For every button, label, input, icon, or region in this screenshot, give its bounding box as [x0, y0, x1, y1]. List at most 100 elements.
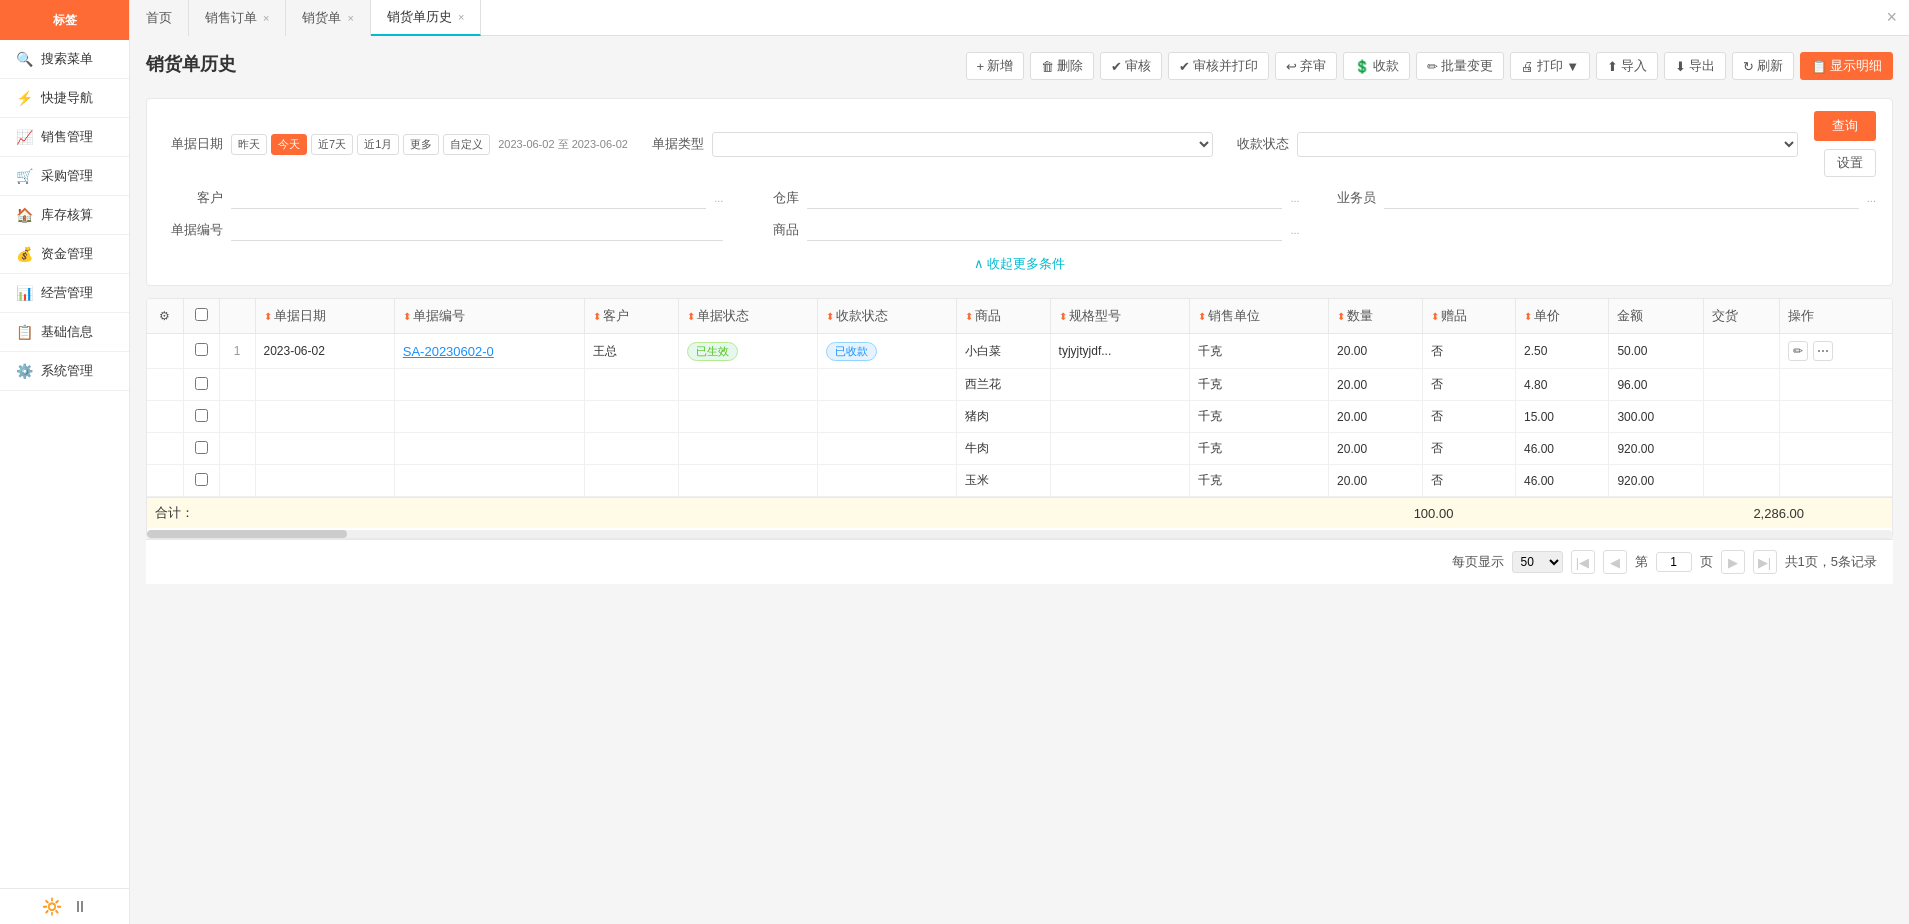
date-shortcut-yesterday[interactable]: 昨天 — [231, 134, 267, 155]
sidebar-item-inventory[interactable]: 🏠 库存核算 — [0, 196, 129, 235]
refresh-label: 刷新 — [1757, 57, 1783, 75]
prev-page-button[interactable]: ◀ — [1603, 550, 1627, 574]
date-shortcut-more[interactable]: 更多 — [403, 134, 439, 155]
tab-sales-order-close[interactable]: × — [263, 12, 269, 24]
abandon-button[interactable]: ↩ 弃审 — [1275, 52, 1337, 80]
page-number-input[interactable] — [1656, 552, 1692, 572]
sidebar-item-label: 快捷导航 — [41, 89, 93, 107]
batch-change-button[interactable]: ✏ 批量变更 — [1416, 52, 1504, 80]
col-customer-header[interactable]: ⬍客户 — [585, 299, 678, 334]
date-shortcut-custom[interactable]: 自定义 — [443, 134, 490, 155]
customer-input[interactable] — [231, 187, 706, 209]
warehouse-input[interactable] — [807, 187, 1282, 209]
col-goods-header[interactable]: ⬍商品 — [957, 299, 1050, 334]
row-checkbox-cell[interactable] — [183, 334, 219, 369]
col-date-header[interactable]: ⬍单据日期 — [255, 299, 394, 334]
settings-button[interactable]: 设置 — [1824, 149, 1876, 177]
row-checkbox[interactable] — [195, 441, 208, 454]
last-page-button[interactable]: ▶| — [1753, 550, 1777, 574]
salesperson-input[interactable] — [1384, 187, 1859, 209]
base-info-icon: 📋 — [16, 324, 33, 340]
collect-button[interactable]: 💲 收款 — [1343, 52, 1410, 80]
row-gift-cell: 否 — [1422, 334, 1515, 369]
col-unit-header[interactable]: ⬍销售单位 — [1189, 299, 1328, 334]
tab-sales-delivery[interactable]: 销货单 × — [286, 0, 370, 36]
sidebar-item-system[interactable]: ⚙️ 系统管理 — [0, 352, 129, 391]
col-gift-header[interactable]: ⬍赠品 — [1422, 299, 1515, 334]
horizontal-scrollbar[interactable] — [147, 530, 1892, 538]
next-page-button[interactable]: ▶ — [1721, 550, 1745, 574]
col-unitprice-header[interactable]: ⬍单价 — [1515, 299, 1608, 334]
query-button[interactable]: 查询 — [1814, 111, 1876, 141]
col-checkbox-header[interactable] — [183, 299, 219, 334]
delete-button[interactable]: 🗑 删除 — [1030, 52, 1094, 80]
more-action-btn[interactable]: ⋯ — [1813, 341, 1833, 361]
date-filter-label: 单据日期 — [163, 135, 223, 153]
sidebar-item-finance[interactable]: 💰 资金管理 — [0, 235, 129, 274]
col-docstatus-header[interactable]: ⬍单据状态 — [678, 299, 817, 334]
add-button[interactable]: + 新增 — [966, 52, 1025, 80]
approve-print-button[interactable]: ✔ 审核并打印 — [1168, 52, 1269, 80]
col-paymentstatus-header[interactable]: ⬍收款状态 — [817, 299, 956, 334]
tab-sales-history[interactable]: 销货单历史 × — [371, 0, 481, 36]
import-button[interactable]: ⬆ 导入 — [1596, 52, 1658, 80]
export-icon: ⬇ — [1675, 59, 1686, 74]
sidebar-item-purchase[interactable]: 🛒 采购管理 — [0, 157, 129, 196]
select-all-checkbox[interactable] — [195, 308, 208, 321]
col-qty-header[interactable]: ⬍数量 — [1329, 299, 1422, 334]
row-checkbox[interactable] — [195, 377, 208, 390]
export-button[interactable]: ⬇ 导出 — [1664, 52, 1726, 80]
filter-collapse-btn[interactable]: ∧ 收起更多条件 — [163, 251, 1876, 273]
sidebar: 标签 🔍 搜索菜单 ⚡ 快捷导航 📈 销售管理 🛒 采购管理 🏠 库存核算 💰 … — [0, 0, 130, 924]
tab-sales-delivery-close[interactable]: × — [347, 12, 353, 24]
col-unit-label: 销售单位 — [1208, 308, 1260, 323]
goods-picker-icon[interactable]: ... — [1290, 224, 1299, 236]
doc-no-input[interactable] — [231, 219, 723, 241]
sidebar-item-quick-nav[interactable]: ⚡ 快捷导航 — [0, 79, 129, 118]
row-checkbox-cell[interactable] — [183, 465, 219, 497]
row-date-cell — [255, 433, 394, 465]
sort-unit-icon: ⬍ — [1198, 311, 1206, 322]
date-shortcut-1month[interactable]: 近1月 — [357, 134, 399, 155]
sidebar-item-search[interactable]: 🔍 搜索菜单 — [0, 40, 129, 79]
date-shortcut-7days[interactable]: 近7天 — [311, 134, 353, 155]
sidebar-item-sales[interactable]: 📈 销售管理 — [0, 118, 129, 157]
doc-no-link[interactable]: SA-20230602-0 — [403, 344, 494, 359]
doc-type-select[interactable] — [712, 132, 1213, 157]
row-checkbox[interactable] — [195, 473, 208, 486]
row-checkbox-cell[interactable] — [183, 369, 219, 401]
tab-home[interactable]: 首页 — [130, 0, 189, 36]
refresh-button[interactable]: ↻ 刷新 — [1732, 52, 1794, 80]
warehouse-filter-label: 仓库 — [739, 189, 799, 207]
row-checkbox-cell[interactable] — [183, 401, 219, 433]
sidebar-item-operations[interactable]: 📊 经营管理 — [0, 274, 129, 313]
row-unitprice-cell: 15.00 — [1515, 401, 1608, 433]
warehouse-picker-icon[interactable]: ... — [1290, 192, 1299, 204]
customer-picker-icon[interactable]: ... — [714, 192, 723, 204]
tab-sales-order[interactable]: 销售订单 × — [189, 0, 286, 36]
goods-input[interactable] — [807, 219, 1282, 241]
print-button[interactable]: 🖨 打印 ▼ — [1510, 52, 1590, 80]
pause-icon[interactable]: ⏸ — [72, 898, 88, 916]
row-qty-cell: 20.00 — [1329, 369, 1422, 401]
brightness-icon[interactable]: 🔆 — [42, 897, 62, 916]
edit-action-btn[interactable]: ✏ — [1788, 341, 1808, 361]
sidebar-item-base-info[interactable]: 📋 基础信息 — [0, 313, 129, 352]
approve-button[interactable]: ✔ 审核 — [1100, 52, 1162, 80]
per-page-select[interactable]: 50 100 — [1512, 551, 1563, 573]
col-docno-header[interactable]: ⬍单据编号 — [394, 299, 585, 334]
salesperson-picker-icon[interactable]: ... — [1867, 192, 1876, 204]
row-checkbox[interactable] — [195, 409, 208, 422]
data-table: ⚙ ⬍单据日期 ⬍单据编号 ⬍客户 ⬍单据状态 ⬍收款状态 ⬍商品 ⬍规格型号 … — [147, 299, 1892, 497]
first-page-button[interactable]: |◀ — [1571, 550, 1595, 574]
tab-sales-history-close[interactable]: × — [458, 11, 464, 23]
date-shortcut-today[interactable]: 今天 — [271, 134, 307, 155]
row-checkbox[interactable] — [195, 343, 208, 356]
col-spec-header[interactable]: ⬍规格型号 — [1050, 299, 1189, 334]
tabs-close-all[interactable]: × — [1886, 7, 1909, 28]
show-details-button[interactable]: 📋 显示明细 — [1800, 52, 1893, 80]
warehouse-filter-field: 仓库 ... — [739, 187, 1299, 209]
col-settings-header[interactable]: ⚙ — [147, 299, 183, 334]
row-checkbox-cell[interactable] — [183, 433, 219, 465]
payment-status-select[interactable] — [1297, 132, 1798, 157]
